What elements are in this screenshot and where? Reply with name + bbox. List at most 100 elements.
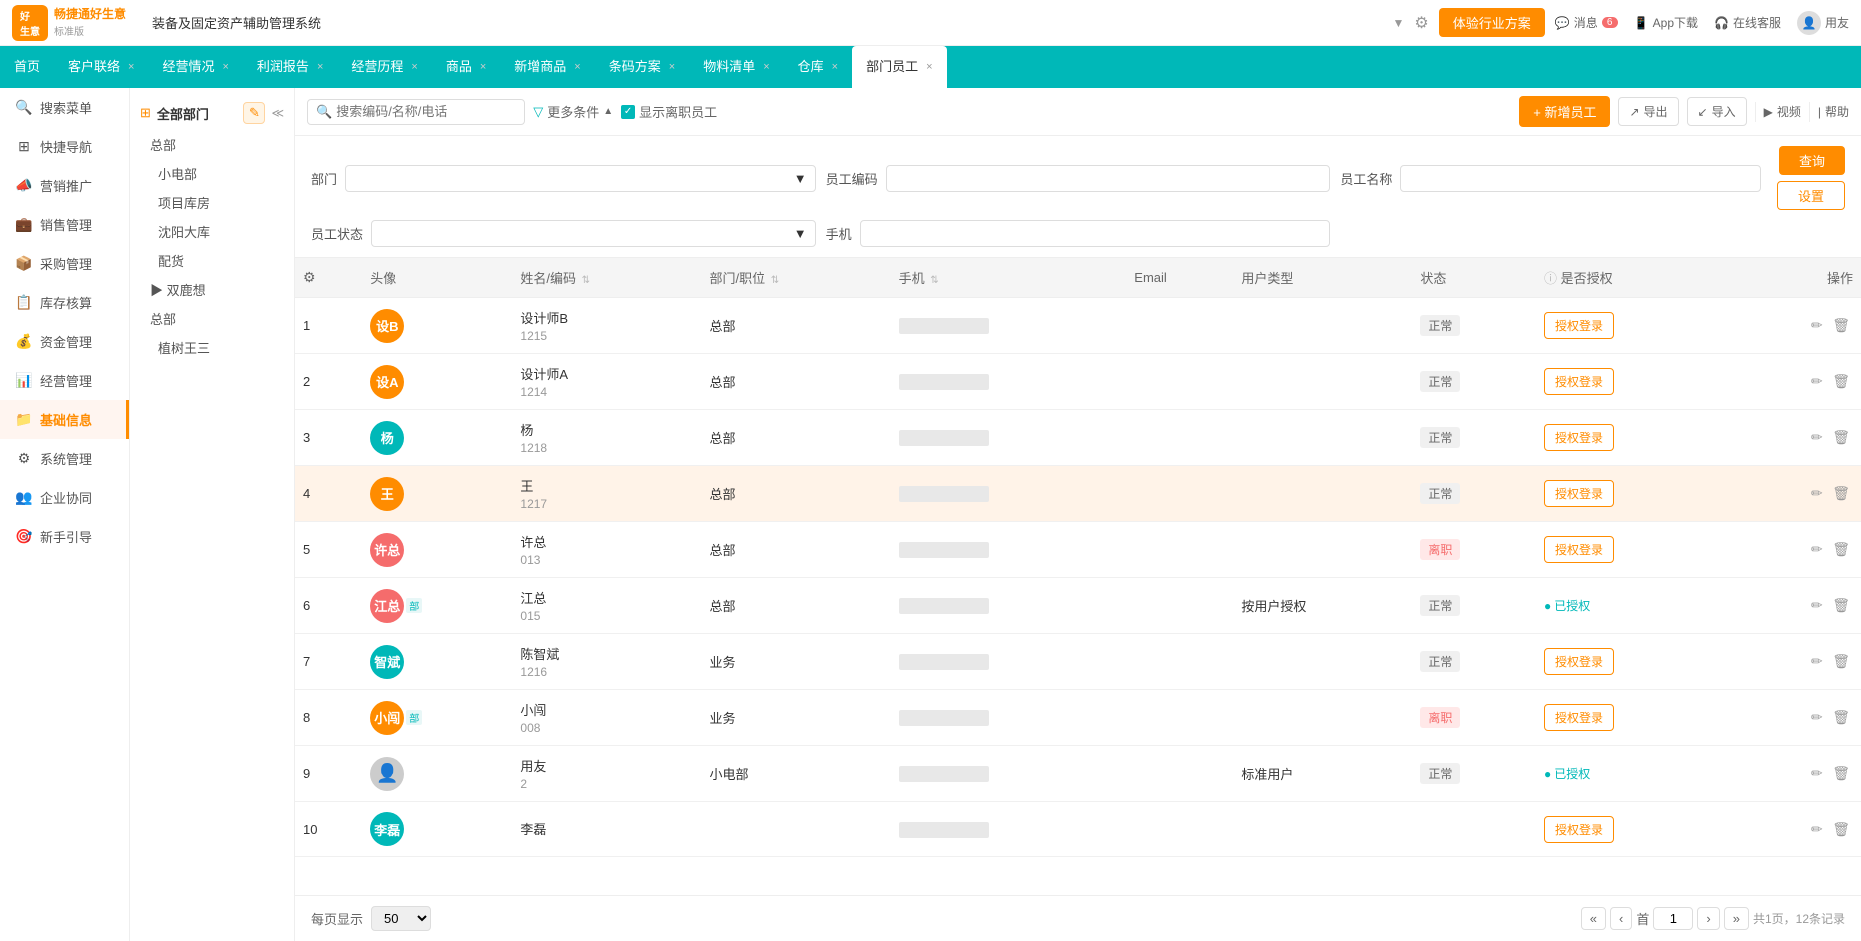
delete-button[interactable]: 🗑 [1832, 765, 1850, 781]
row-auth[interactable]: 授权登录 [1536, 466, 1726, 522]
edit-button[interactable]: ✏ [1811, 709, 1823, 725]
help-button[interactable]: | 帮助 [1818, 103, 1849, 120]
nav-item-首页[interactable]: 首页 [0, 46, 54, 88]
sidebar-item-快捷导航[interactable]: ⊞快捷导航 [0, 127, 129, 166]
sidebar-item-企业协同[interactable]: 👥企业协同 [0, 478, 129, 517]
table-row[interactable]: 8小闯部小闯008业务●●●●●●●离职授权登录 ✏ 🗑 [295, 690, 1861, 746]
dept-item-总部[interactable]: 总部 [130, 130, 294, 159]
edit-button[interactable]: ✏ [1811, 485, 1823, 501]
edit-button[interactable]: ✏ [1811, 429, 1823, 445]
delete-button[interactable]: 🗑 [1832, 485, 1850, 501]
edit-button[interactable]: ✏ [1811, 373, 1823, 389]
message-button[interactable]: 💬 消息 6 [1555, 14, 1618, 31]
table-row[interactable]: 5许总许总013总部●●●●●●●离职授权登录 ✏ 🗑 [295, 522, 1861, 578]
col-name-header[interactable]: 姓名/编码 ⇅ [512, 258, 701, 298]
delete-button[interactable]: 🗑 [1832, 373, 1850, 389]
set-button[interactable]: 设置 [1777, 181, 1845, 210]
edit-button[interactable]: ✏ [1811, 765, 1823, 781]
auth-button[interactable]: 授权登录 [1544, 816, 1614, 843]
col-dept-header[interactable]: 部门/职位 ⇅ [702, 258, 891, 298]
edit-button[interactable]: ✏ [1811, 597, 1823, 613]
dept-item-沈阳大库[interactable]: 沈阳大库 [130, 217, 294, 246]
sidebar-item-采购管理[interactable]: 📦采购管理 [0, 244, 129, 283]
settings-icon[interactable]: ⚙ [1414, 13, 1428, 33]
view-button[interactable]: ▶ 视频 [1764, 103, 1801, 120]
dept-item-小电部[interactable]: 小电部 [130, 159, 294, 188]
sidebar-item-库存核算[interactable]: 📋库存核算 [0, 283, 129, 322]
dept-item-植树王三[interactable]: 植树王三 [130, 333, 294, 362]
nav-item-利润报告[interactable]: 利润报告× [243, 46, 337, 88]
delete-button[interactable]: 🗑 [1832, 541, 1850, 557]
dept-edit-button[interactable]: ✎ [243, 102, 265, 124]
nav-item-仓库[interactable]: 仓库× [784, 46, 852, 88]
dept-item-项目库房[interactable]: 项目库房 [130, 188, 294, 217]
sidebar-item-基础信息[interactable]: 📁基础信息 [0, 400, 129, 439]
export-button[interactable]: ↗ 导出 [1618, 97, 1678, 126]
auth-button[interactable]: 授权登录 [1544, 648, 1614, 675]
table-row[interactable]: 6江总部江总015总部●●●●●●●按用户授权正常●已授权 ✏ 🗑 [295, 578, 1861, 634]
delete-button[interactable]: 🗑 [1832, 709, 1850, 725]
table-row[interactable]: 7智斌陈智斌1216业务●●●●●●●正常授权登录 ✏ 🗑 [295, 634, 1861, 690]
last-page-button[interactable]: » [1724, 907, 1749, 930]
more-filter-button[interactable]: ▽ 更多条件 ▲ [533, 102, 613, 121]
delete-button[interactable]: 🗑 [1832, 597, 1850, 613]
nav-item-经营情况[interactable]: 经营情况× [148, 46, 242, 88]
table-row[interactable]: 9👤用友2小电部●●●●●●●标准用户正常●已授权 ✏ 🗑 [295, 746, 1861, 802]
row-auth[interactable]: ●已授权 [1536, 578, 1726, 634]
phone-input[interactable] [860, 220, 1331, 247]
emp-status-select[interactable]: ▼ [371, 220, 816, 247]
page-size-select[interactable]: 50 100 [371, 906, 431, 931]
edit-button[interactable]: ✏ [1811, 653, 1823, 669]
sidebar-item-系统管理[interactable]: ⚙系统管理 [0, 439, 129, 478]
row-auth[interactable]: 授权登录 [1536, 634, 1726, 690]
sidebar-item-资金管理[interactable]: 💰资金管理 [0, 322, 129, 361]
app-download-button[interactable]: 📱 App下载 [1634, 14, 1698, 31]
delete-button[interactable]: 🗑 [1832, 429, 1850, 445]
user-menu[interactable]: 👤 用友 [1797, 11, 1849, 35]
col-settings-icon[interactable]: ⚙ [303, 269, 316, 285]
nav-close-经营历程[interactable]: × [411, 46, 417, 88]
experience-button[interactable]: 体验行业方案 [1439, 8, 1545, 37]
col-phone-header[interactable]: 手机 ⇅ [891, 258, 1127, 298]
row-auth[interactable]: 授权登录 [1536, 410, 1726, 466]
online-service-button[interactable]: 🎧 在线客服 [1714, 14, 1781, 31]
nav-close-客户联络[interactable]: × [128, 46, 134, 88]
nav-item-经营历程[interactable]: 经营历程× [337, 46, 431, 88]
row-auth[interactable]: 授权登录 [1536, 298, 1726, 354]
table-row[interactable]: 10李磊李磊●●●●●●●授权登录 ✏ 🗑 [295, 802, 1861, 857]
search-input[interactable] [336, 104, 516, 119]
dropdown-arrow[interactable]: ▼ [1392, 16, 1404, 30]
delete-button[interactable]: 🗑 [1832, 317, 1850, 333]
nav-close-物料清单[interactable]: × [763, 46, 769, 88]
edit-button[interactable]: ✏ [1811, 541, 1823, 557]
nav-close-条码方案[interactable]: × [669, 46, 675, 88]
emp-code-input[interactable] [886, 165, 1331, 192]
sidebar-item-新手引导[interactable]: 🎯新手引导 [0, 517, 129, 556]
table-row[interactable]: 2设A设计师A1214总部●●●●●●●正常授权登录 ✏ 🗑 [295, 354, 1861, 410]
sidebar-item-搜索菜单[interactable]: 🔍搜索菜单 [0, 88, 129, 127]
nav-close-经营情况[interactable]: × [222, 46, 228, 88]
edit-button[interactable]: ✏ [1811, 317, 1823, 333]
next-page-button[interactable]: › [1697, 907, 1719, 930]
table-row[interactable]: 4王王1217总部●●●●●●●正常授权登录 ✏ 🗑 [295, 466, 1861, 522]
row-auth[interactable]: 授权登录 [1536, 354, 1726, 410]
dept-select[interactable]: ▼ [345, 165, 816, 192]
row-auth[interactable]: 授权登录 [1536, 802, 1726, 857]
row-auth[interactable]: 授权登录 [1536, 522, 1726, 578]
emp-name-input[interactable] [1400, 165, 1761, 192]
sidebar-item-经营管理[interactable]: 📊经营管理 [0, 361, 129, 400]
query-button[interactable]: 查询 [1779, 146, 1845, 175]
auth-button[interactable]: 授权登录 [1544, 704, 1614, 731]
show-inactive-checkbox[interactable]: ✓ [621, 105, 635, 119]
import-button[interactable]: ↙ 导入 [1687, 97, 1747, 126]
dept-item-配货[interactable]: 配货 [130, 246, 294, 275]
show-inactive-toggle[interactable]: ✓ 显示离职员工 [621, 102, 717, 121]
nav-item-新增商品[interactable]: 新增商品× [500, 46, 594, 88]
nav-item-部门员工[interactable]: 部门员工× [852, 46, 946, 88]
nav-item-商品[interactable]: 商品× [432, 46, 500, 88]
delete-button[interactable]: 🗑 [1832, 653, 1850, 669]
nav-close-利润报告[interactable]: × [317, 46, 323, 88]
add-employee-button[interactable]: + 新增员工 [1519, 96, 1610, 127]
nav-close-仓库[interactable]: × [832, 46, 838, 88]
table-row[interactable]: 1设B设计师B1215总部●●●●●●●正常授权登录 ✏ 🗑 [295, 298, 1861, 354]
